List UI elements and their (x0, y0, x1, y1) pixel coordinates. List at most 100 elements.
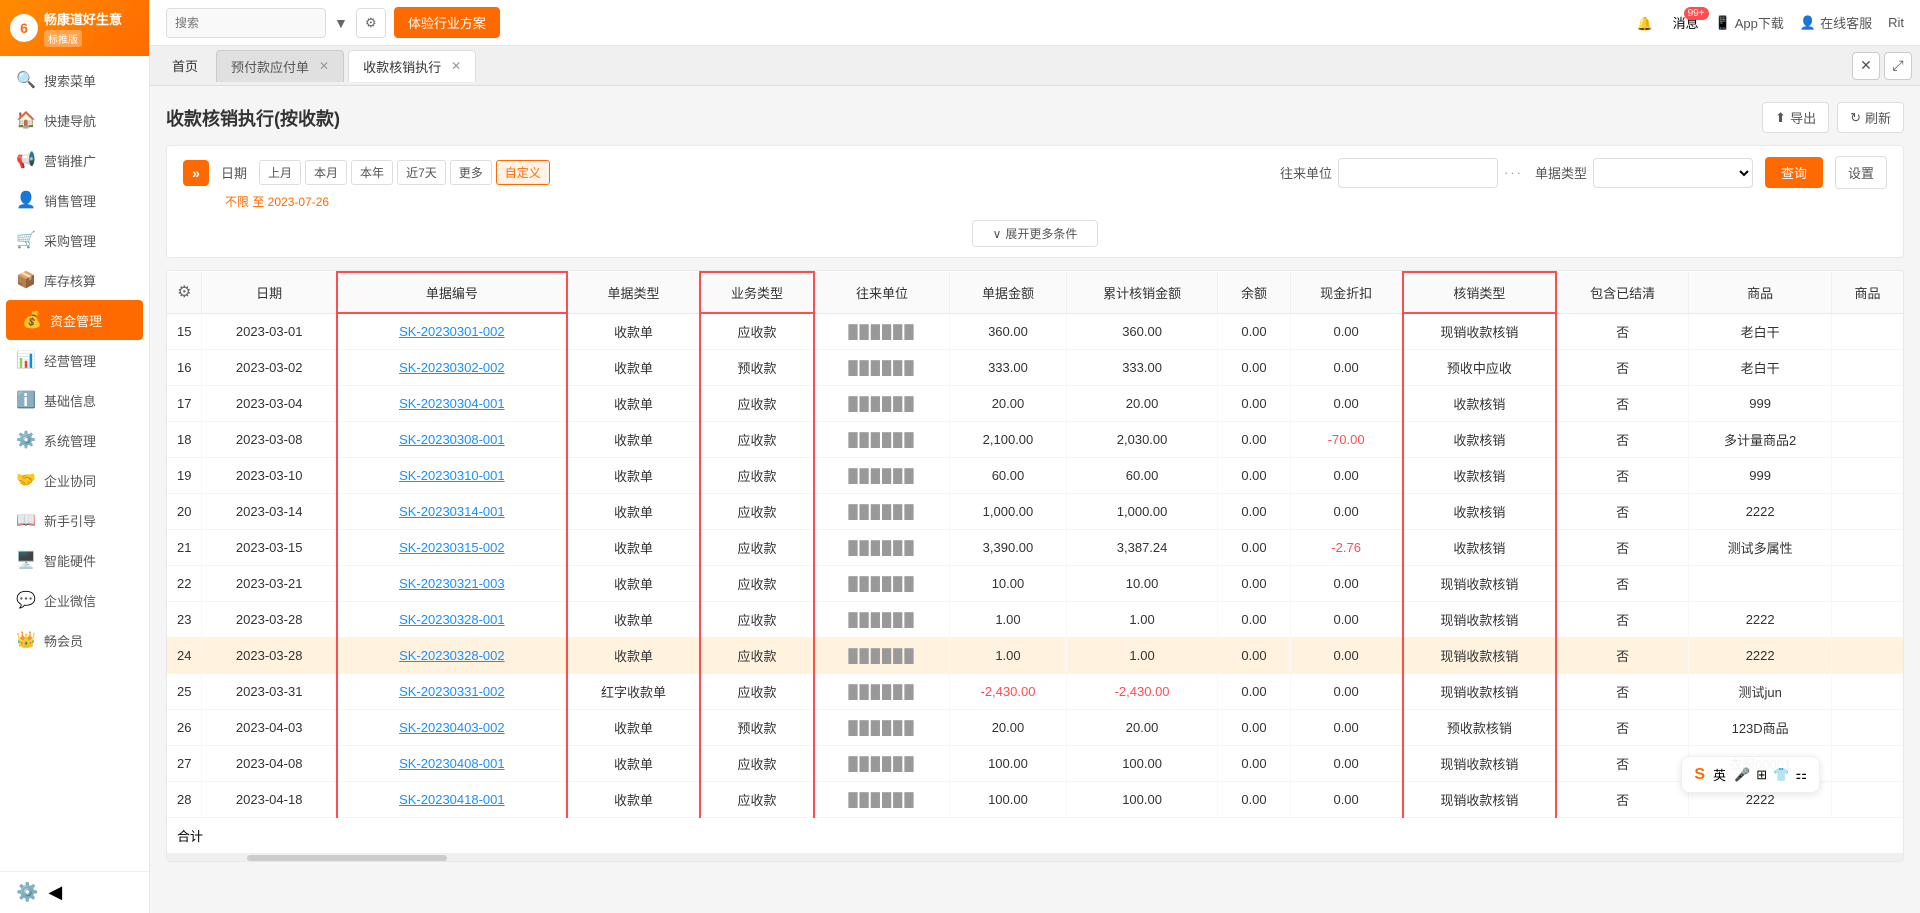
sidebar-item-inventory[interactable]: 📦库存核算 (0, 260, 149, 300)
tab-collection-exec[interactable]: 收款核销执行 ✕ (348, 50, 476, 82)
row-goods1: 老白干 (1689, 350, 1832, 386)
bill-no-link[interactable]: SK-20230301-002 (399, 324, 505, 339)
this-month-btn[interactable]: 本月 (305, 160, 347, 185)
dropdown-arrow[interactable]: ▼ (334, 15, 348, 31)
sidebar-item-guide[interactable]: 📖新手引导 (0, 500, 149, 540)
row-no: 15 (167, 313, 202, 350)
settings-icon[interactable]: ⚙️ (16, 882, 38, 903)
marketing-icon: 📢 (16, 150, 36, 170)
bill-no-link[interactable]: SK-20230328-002 (399, 648, 505, 663)
mic-icon[interactable]: 🎤 (1734, 767, 1750, 783)
bill-no-link[interactable]: SK-20230310-001 (399, 468, 505, 483)
supplier-dots[interactable]: ··· (1504, 165, 1523, 180)
column-settings-button[interactable]: ⚙ (177, 282, 191, 302)
row-partner: ██████ (814, 313, 950, 350)
vip-member-label: 畅会员 (44, 631, 83, 650)
tab-close-pre-payment[interactable]: ✕ (319, 59, 329, 73)
tab-expand-button[interactable]: ⤢ (1884, 52, 1912, 80)
bill-no-link[interactable]: SK-20230321-003 (399, 576, 505, 591)
tab-home[interactable]: 首页 (158, 50, 212, 82)
apps-icon[interactable]: ⚏ (1795, 767, 1807, 783)
sidebar-item-vip-member[interactable]: 👑畅会员 (0, 620, 149, 660)
sidebar-item-sys-mgmt[interactable]: ⚙️系统管理 (0, 420, 149, 460)
voucher-type-select[interactable] (1593, 158, 1753, 188)
filter-collapse-button[interactable]: » (183, 160, 209, 186)
sidebar-item-purchase-mgmt[interactable]: 🛒采购管理 (0, 220, 149, 260)
refresh-button[interactable]: ↻ 刷新 (1837, 102, 1904, 133)
row-verify-type: 现销收款核销 (1403, 566, 1556, 602)
corp-wechat-icon: 💬 (16, 590, 36, 610)
sidebar-item-ops-mgmt[interactable]: 📊经营管理 (0, 340, 149, 380)
bill-no-link[interactable]: SK-20230403-002 (399, 720, 505, 735)
row-cash-discount: -2.76 (1290, 530, 1403, 566)
logo-text-block: 畅康道好生意 标推版 (44, 9, 122, 47)
row-no: 27 (167, 746, 202, 782)
tab-pre-payment[interactable]: 预付款应付单 ✕ (216, 50, 344, 82)
tab-close-collection-exec[interactable]: ✕ (451, 59, 461, 73)
row-partner: ██████ (814, 566, 950, 602)
supplier-input[interactable] (1338, 158, 1498, 188)
sidebar-item-search-menu[interactable]: 🔍搜索菜单 (0, 60, 149, 100)
custom-date-btn[interactable]: 自定义 (496, 160, 550, 185)
row-goods2 (1832, 566, 1903, 602)
search-input[interactable] (166, 8, 326, 38)
row-amount: 360.00 (950, 313, 1066, 350)
last-7days-btn[interactable]: 近7天 (397, 160, 446, 185)
this-year-btn[interactable]: 本年 (351, 160, 393, 185)
app-download-link[interactable]: 📱 App下载 (1715, 13, 1784, 32)
row-date: 2023-03-14 (202, 494, 337, 530)
supplier-filter: 往来单位 ··· (1280, 158, 1523, 188)
row-biz-type: 应收款 (700, 746, 813, 782)
horizontal-scrollbar[interactable] (167, 853, 1903, 861)
query-button[interactable]: 查询 (1765, 157, 1823, 188)
export-button[interactable]: ⬆ 导出 (1762, 102, 1829, 133)
bill-no-link[interactable]: SK-20230308-001 (399, 432, 505, 447)
bill-no-link[interactable]: SK-20230328-001 (399, 612, 505, 627)
row-balance: 0.00 (1218, 566, 1290, 602)
row-bill-no: SK-20230328-001 (337, 602, 567, 638)
bill-no-link[interactable]: SK-20230418-001 (399, 792, 505, 807)
sidebar-item-capital-mgmt[interactable]: 💰资金管理 (6, 300, 143, 340)
row-amount: 100.00 (950, 746, 1066, 782)
col-biz-type: 业务类型 (700, 272, 813, 313)
row-goods2 (1832, 638, 1903, 674)
expand-more-button[interactable]: ∨ 展开更多条件 (972, 220, 1099, 247)
sidebar-item-quick-nav[interactable]: 🏠快捷导航 (0, 100, 149, 140)
row-cash-discount: 0.00 (1290, 313, 1403, 350)
row-no: 28 (167, 782, 202, 818)
bill-no-link[interactable]: SK-20230314-001 (399, 504, 505, 519)
tab-close-all-button[interactable]: ✕ (1852, 52, 1880, 80)
sidebar-item-marketing[interactable]: 📢营销推广 (0, 140, 149, 180)
last-month-btn[interactable]: 上月 (259, 160, 301, 185)
sidebar-item-corp-collab[interactable]: 🤝企业协同 (0, 460, 149, 500)
supplier-label: 往来单位 (1280, 163, 1332, 182)
collapse-icon[interactable]: ◀ (48, 882, 62, 903)
row-partner: ██████ (814, 746, 950, 782)
bill-no-link[interactable]: SK-20230315-002 (399, 540, 505, 555)
row-partner: ██████ (814, 602, 950, 638)
settings-button[interactable]: 设置 (1835, 156, 1887, 189)
bill-no-link[interactable]: SK-20230331-002 (399, 684, 505, 699)
row-bill-type: 收款单 (567, 386, 700, 422)
sidebar-item-sales-mgmt[interactable]: 👤销售管理 (0, 180, 149, 220)
col-amount: 单据金额 (950, 272, 1066, 313)
watermark-text: 英 (1713, 765, 1726, 784)
user-name[interactable]: Rit (1888, 15, 1904, 30)
shirt-icon[interactable]: 👕 (1773, 767, 1789, 783)
row-biz-type: 应收款 (700, 386, 813, 422)
row-verify-type: 收款核销 (1403, 386, 1556, 422)
scroll-thumb[interactable] (247, 855, 447, 861)
grid-icon[interactable]: ⊞ (1756, 767, 1767, 783)
sidebar-item-smart-hw[interactable]: 🖥️智能硬件 (0, 540, 149, 580)
more-dates-btn[interactable]: 更多 (450, 160, 492, 185)
sidebar-item-corp-wechat[interactable]: 💬企业微信 (0, 580, 149, 620)
sidebar-item-basic-info[interactable]: ℹ️基础信息 (0, 380, 149, 420)
bill-no-link[interactable]: SK-20230408-001 (399, 756, 505, 771)
gear-button[interactable]: ⚙ (356, 8, 386, 38)
bill-no-link[interactable]: SK-20230302-002 (399, 360, 505, 375)
notification-icon[interactable]: 🔔 99+ 消息 (1637, 13, 1699, 32)
bill-no-link[interactable]: SK-20230304-001 (399, 396, 505, 411)
refresh-icon: ↻ (1850, 110, 1861, 126)
industry-solution-button[interactable]: 体验行业方案 (394, 7, 500, 38)
online-service-link[interactable]: 👤 在线客服 (1800, 13, 1872, 32)
